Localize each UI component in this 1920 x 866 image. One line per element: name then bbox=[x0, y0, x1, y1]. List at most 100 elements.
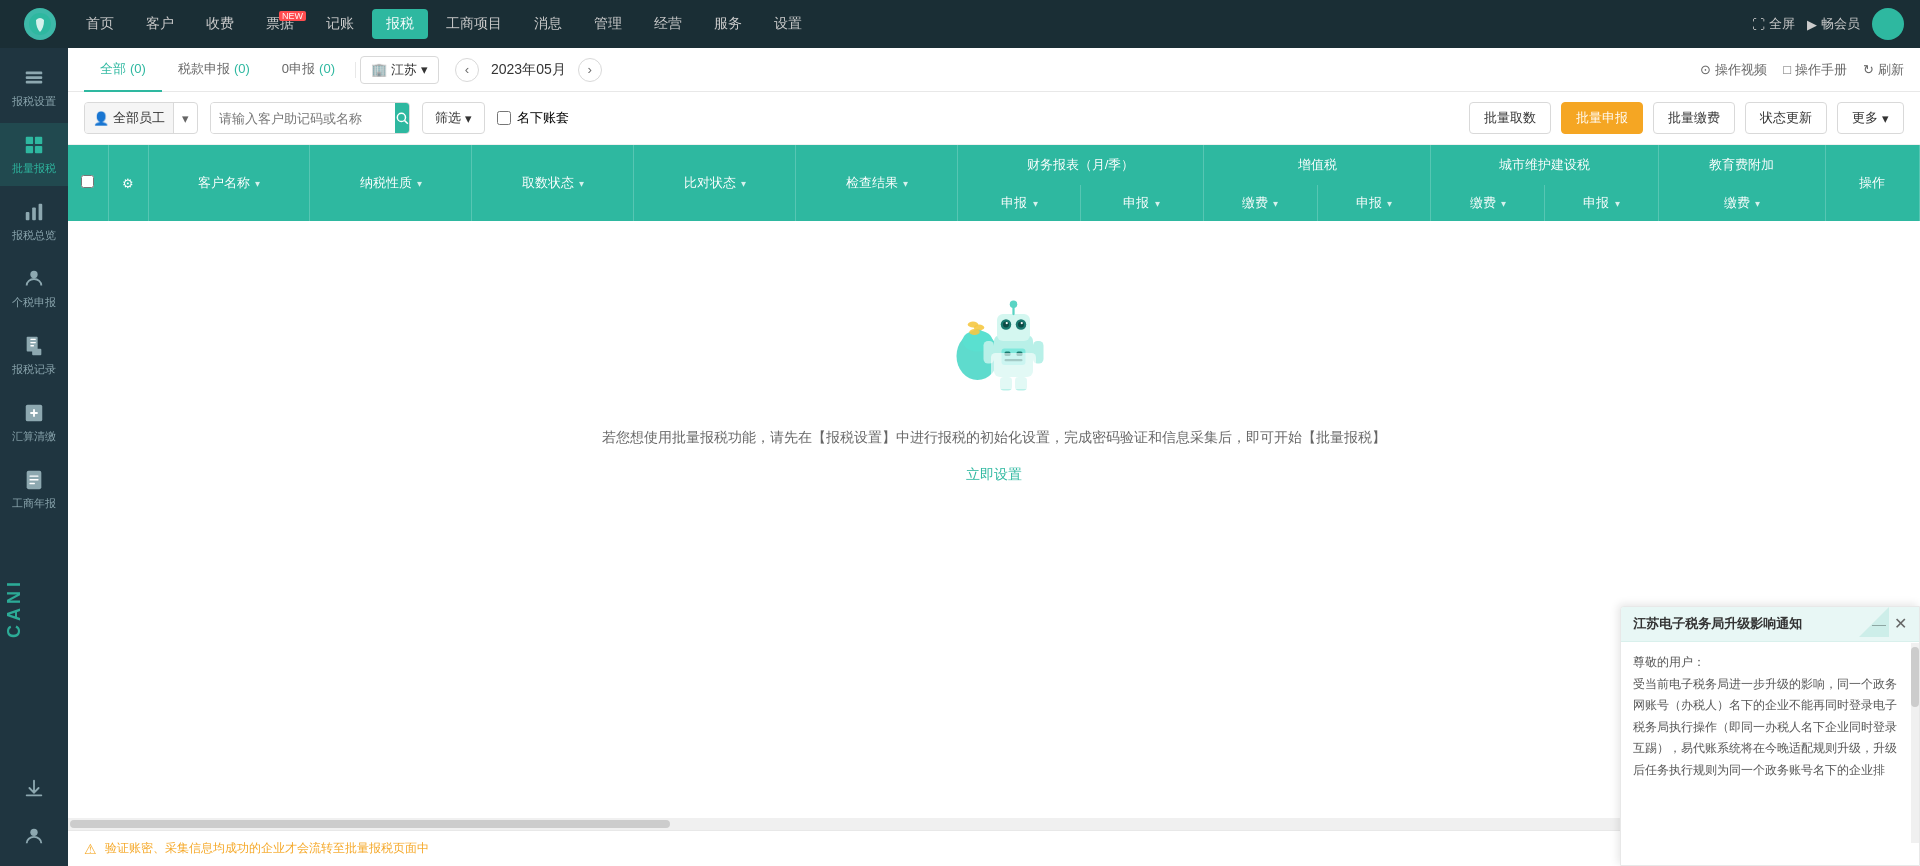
th-tax-type: 纳税性质 ▾ bbox=[310, 145, 472, 221]
notification-body: 尊敬的用户：受当前电子税务局进一步升级的影响，同一个政务网账号（办税人）名下的企… bbox=[1621, 642, 1919, 846]
select-all-checkbox[interactable] bbox=[81, 175, 94, 188]
nav-item-manage[interactable]: 管理 bbox=[580, 9, 636, 39]
svg-rect-15 bbox=[30, 345, 34, 346]
sidebar: 报税设置 批量报税 报税总览 bbox=[0, 48, 68, 866]
nav-item-home[interactable]: 首页 bbox=[72, 9, 128, 39]
toolbar-right: 批量取数 批量申报 批量缴费 状态更新 更多 ▾ bbox=[1469, 102, 1904, 134]
nav-item-tax[interactable]: 报税 bbox=[372, 9, 428, 39]
th-financial-report: 财务报表（月/季） bbox=[958, 145, 1203, 185]
nav-item-commerce[interactable]: 工商项目 bbox=[432, 9, 516, 39]
sidebar-item-tax-settings[interactable]: 报税设置 bbox=[0, 56, 68, 119]
sidebar-item-batch-tax[interactable]: 批量报税 bbox=[0, 123, 68, 186]
vat-pay-filter-icon[interactable]: ▾ bbox=[1273, 198, 1278, 209]
nav-item-bookkeeping[interactable]: 记账 bbox=[312, 9, 368, 39]
region-icon: 🏢 bbox=[371, 62, 387, 77]
nav-right: ⛶ 全屏 ▶ 畅会员 bbox=[1752, 8, 1904, 40]
tab-zero-declare[interactable]: 0申报(0) bbox=[266, 48, 351, 92]
svg-rect-10 bbox=[39, 204, 43, 221]
status-update-button[interactable]: 状态更新 bbox=[1745, 102, 1827, 134]
nav-item-fee[interactable]: 收费 bbox=[192, 9, 248, 39]
employee-select[interactable]: 👤 全部员工 ▾ bbox=[84, 102, 198, 134]
fullscreen-button[interactable]: ⛶ 全屏 bbox=[1752, 15, 1795, 33]
tax-records-icon bbox=[22, 334, 46, 358]
edu-declare-filter-icon[interactable]: ▾ bbox=[1615, 198, 1620, 209]
video-button[interactable]: ⊙ 操作视频 bbox=[1700, 61, 1767, 79]
svg-rect-6 bbox=[26, 146, 33, 153]
notification-scroll-thumb[interactable] bbox=[1911, 647, 1919, 707]
filter-button[interactable]: 筛选 ▾ bbox=[422, 102, 485, 134]
region-selector[interactable]: 🏢 江苏 ▾ bbox=[360, 56, 439, 84]
name-account-checkbox[interactable] bbox=[497, 111, 511, 125]
member-button[interactable]: ▶ 畅会员 bbox=[1807, 15, 1860, 33]
batch-fetch-button[interactable]: 批量取数 bbox=[1469, 102, 1551, 134]
employee-dropdown-arrow[interactable]: ▾ bbox=[174, 103, 197, 133]
notification-scrollbar[interactable] bbox=[1911, 643, 1919, 843]
svg-line-24 bbox=[405, 121, 408, 124]
svg-point-23 bbox=[397, 113, 405, 121]
nav-item-service[interactable]: 服务 bbox=[700, 9, 756, 39]
nav-item-operation[interactable]: 经营 bbox=[640, 9, 696, 39]
manual-button[interactable]: □ 操作手册 bbox=[1783, 61, 1847, 79]
sidebar-item-personal-tax[interactable]: 个税申报 bbox=[0, 257, 68, 320]
data-table: ⚙ 客户名称 ▾ 纳税性质 ▾ 取数状态 ▾ 比对状态 ▾ 检查结果 ▾ 财务报… bbox=[68, 145, 1920, 544]
sidebar-label-annual-report: 工商年报 bbox=[12, 496, 56, 511]
check-result-filter-icon[interactable]: ▾ bbox=[903, 178, 908, 189]
compare-status-filter-icon[interactable]: ▾ bbox=[741, 178, 746, 189]
svg-rect-13 bbox=[30, 339, 35, 340]
nav-item-ticket[interactable]: 票据 NEW bbox=[252, 9, 308, 39]
notification-content: 尊敬的用户：受当前电子税务局进一步升级的影响，同一个政务网账号（办税人）名下的企… bbox=[1633, 652, 1907, 782]
search-button[interactable] bbox=[395, 102, 409, 134]
sidebar-item-settlement[interactable]: 汇算清缴 bbox=[0, 391, 68, 454]
svg-point-37 bbox=[1005, 322, 1007, 324]
svg-point-30 bbox=[968, 322, 979, 328]
customer-name-filter-icon[interactable]: ▾ bbox=[255, 178, 260, 189]
sidebar-item-download[interactable] bbox=[0, 766, 68, 810]
sidebar-item-tax-records[interactable]: 报税记录 bbox=[0, 324, 68, 387]
th-gear[interactable]: ⚙ bbox=[108, 145, 148, 221]
sidebar-item-annual-report[interactable]: 工商年报 bbox=[0, 458, 68, 521]
sidebar-item-tax-overview[interactable]: 报税总览 bbox=[0, 190, 68, 253]
search-input[interactable] bbox=[211, 103, 395, 133]
th-edu-pay: 缴费 ▾ bbox=[1659, 185, 1825, 221]
city-declare-filter-icon[interactable]: ▾ bbox=[1387, 198, 1392, 209]
city-pay-filter-icon[interactable]: ▾ bbox=[1501, 198, 1506, 209]
th-operation: 操作 bbox=[1825, 145, 1919, 221]
batch-declare-button[interactable]: 批量申报 bbox=[1561, 102, 1643, 134]
batch-pay-button[interactable]: 批量缴费 bbox=[1653, 102, 1735, 134]
sidebar-item-user[interactable] bbox=[0, 814, 68, 858]
nav-item-customer[interactable]: 客户 bbox=[132, 9, 188, 39]
th-city-tax: 城市维护建设税 bbox=[1431, 145, 1659, 185]
nav-items: 首页 客户 收费 票据 NEW 记账 报税 工商项目 消息 管理 经营 服务 设… bbox=[72, 9, 1752, 39]
logo-icon bbox=[24, 8, 56, 40]
video-icon: ⊙ bbox=[1700, 62, 1711, 77]
checkbox-wrap[interactable]: 名下账套 bbox=[497, 109, 569, 127]
scroll-thumb[interactable] bbox=[70, 820, 670, 828]
refresh-button[interactable]: ↻ 刷新 bbox=[1863, 61, 1904, 79]
nav-item-settings[interactable]: 设置 bbox=[760, 9, 816, 39]
sidebar-label-batch-tax: 批量报税 bbox=[12, 161, 56, 176]
fetch-status-filter-icon[interactable]: ▾ bbox=[579, 178, 584, 189]
svg-rect-14 bbox=[30, 342, 35, 343]
sidebar-label-tax-settings: 报税设置 bbox=[12, 94, 56, 109]
tab-tax-declare[interactable]: 税款申报(0) bbox=[162, 48, 266, 92]
more-button[interactable]: 更多 ▾ bbox=[1837, 102, 1904, 134]
svg-point-22 bbox=[30, 829, 37, 836]
prev-month-button[interactable]: ‹ bbox=[455, 58, 479, 82]
th-city-declare: 申报 ▾ bbox=[1317, 185, 1431, 221]
svg-point-38 bbox=[1020, 322, 1022, 324]
svg-rect-1 bbox=[26, 72, 43, 75]
th-city-pay: 缴费 ▾ bbox=[1431, 185, 1545, 221]
tab-all[interactable]: 全部(0) bbox=[84, 48, 162, 92]
user-avatar[interactable] bbox=[1872, 8, 1904, 40]
vat-declare-filter-icon[interactable]: ▾ bbox=[1155, 198, 1160, 209]
month-text: 2023年05月 bbox=[491, 61, 566, 79]
notification-close-button[interactable]: ✕ bbox=[1894, 616, 1907, 632]
tax-type-filter-icon[interactable]: ▾ bbox=[417, 178, 422, 189]
svg-rect-4 bbox=[26, 137, 33, 144]
next-month-button[interactable]: › bbox=[578, 58, 602, 82]
nav-item-message[interactable]: 消息 bbox=[520, 9, 576, 39]
edu-pay-filter-icon[interactable]: ▾ bbox=[1755, 198, 1760, 209]
financial-declare-filter-icon[interactable]: ▾ bbox=[1033, 198, 1038, 209]
svg-rect-7 bbox=[35, 146, 42, 153]
setup-link[interactable]: 立即设置 bbox=[966, 466, 1022, 484]
